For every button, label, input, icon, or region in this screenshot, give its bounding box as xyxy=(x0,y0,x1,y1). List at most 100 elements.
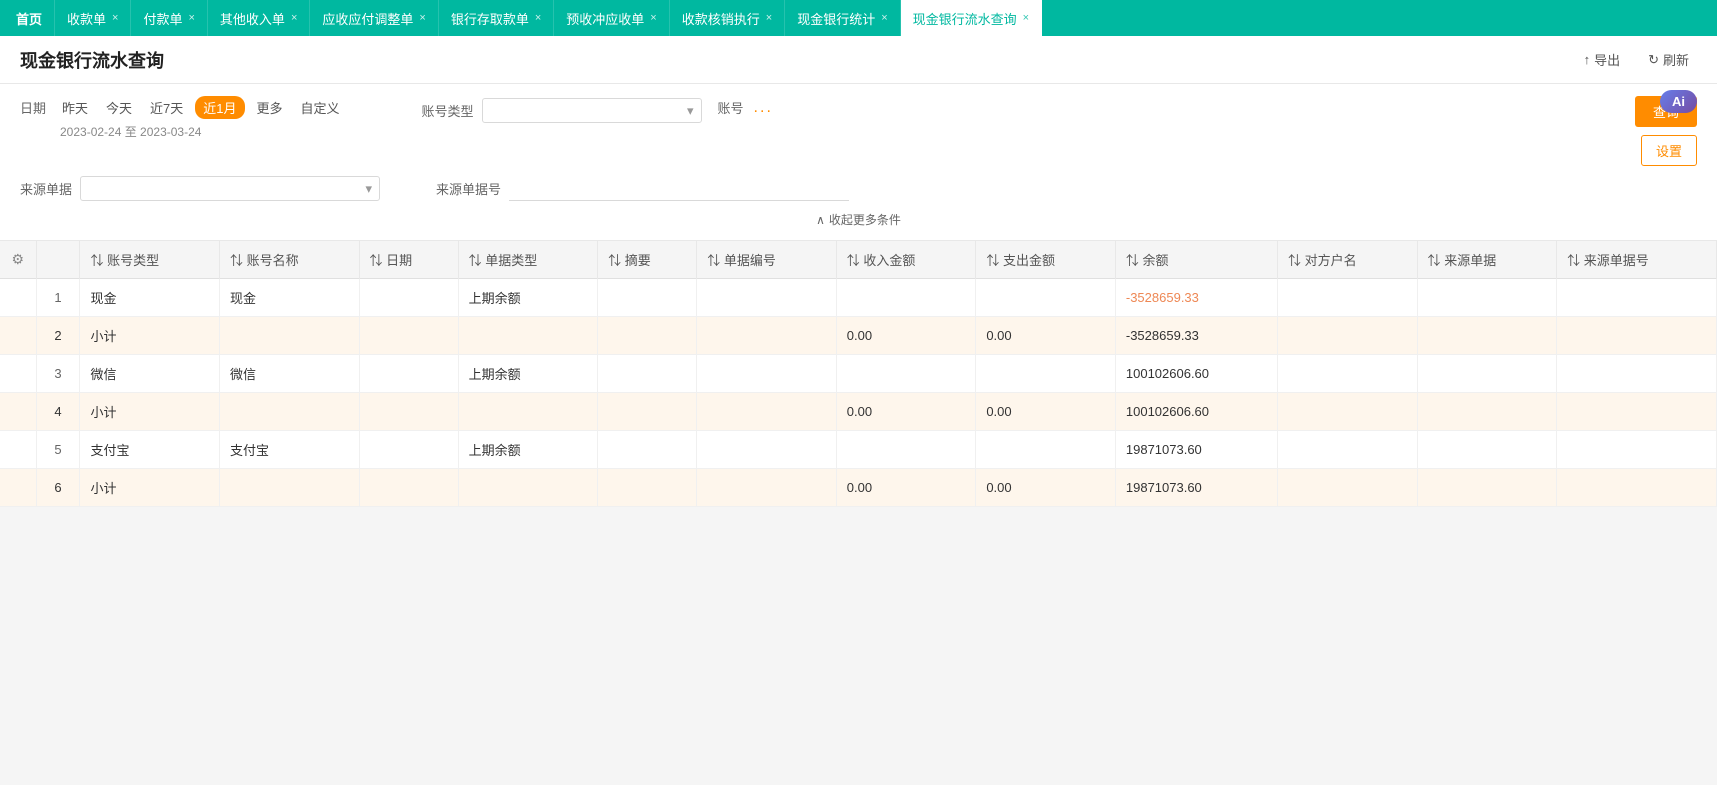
nav-tab-qitashourudan[interactable]: 其他收入单 × xyxy=(208,0,310,36)
top-nav: 首页 收款单 × 付款单 × 其他收入单 × 应收应付调整单 × 银行存取款单 … xyxy=(0,0,1717,36)
row-income xyxy=(836,279,976,317)
row-balance: 19871073.60 xyxy=(1115,469,1277,507)
row-doc-num xyxy=(697,355,837,393)
row-account-type: 小计 xyxy=(80,469,220,507)
table-header-row: ⚙ ⇅ 账号类型 ⇅ 账号名称 ⇅ 日期 ⇅ 单据类型 xyxy=(0,241,1717,279)
date-label: 日期 xyxy=(20,98,48,117)
col-source-doc-num[interactable]: ⇅ 来源单据号 xyxy=(1557,241,1717,279)
date-7days[interactable]: 近7天 xyxy=(144,96,189,119)
row-account-name: 现金 xyxy=(219,279,359,317)
table-row: 3 微信 微信 上期余额 100102606.60 xyxy=(0,355,1717,393)
nav-tab-yingshouyingfu[interactable]: 应收应付调整单 × xyxy=(310,0,438,36)
nav-tab-liushui[interactable]: 现金银行流水查询 × xyxy=(901,0,1042,36)
collapse-bar[interactable]: ∧ 收起更多条件 xyxy=(20,205,1697,232)
nav-tab-fudan[interactable]: 付款单 × xyxy=(131,0,207,36)
nav-tab-shoudan[interactable]: 收款单 × xyxy=(55,0,131,36)
col-source-doc[interactable]: ⇅ 来源单据 xyxy=(1417,241,1557,279)
settings-button[interactable]: 设置 xyxy=(1641,135,1697,166)
row-action-cell xyxy=(0,279,36,317)
close-icon[interactable]: × xyxy=(188,12,194,24)
export-button[interactable]: ↑ 导出 xyxy=(1576,46,1629,73)
col-summary[interactable]: ⇅ 摘要 xyxy=(598,241,697,279)
row-account-type: 微信 xyxy=(80,355,220,393)
row-account-name xyxy=(219,469,359,507)
row-doc-type xyxy=(458,393,598,431)
row-balance: -3528659.33 xyxy=(1115,317,1277,355)
nav-tab-xianjintongji[interactable]: 现金银行统计 × xyxy=(785,0,900,36)
source-doc-num-input[interactable] xyxy=(509,177,849,201)
source-doc-num-label: 来源单据号 xyxy=(436,179,501,198)
row-summary xyxy=(598,393,697,431)
row-source-doc-num xyxy=(1557,317,1717,355)
close-icon[interactable]: × xyxy=(1023,12,1029,24)
table-row: 1 现金 现金 上期余额 -3528659.33 xyxy=(0,279,1717,317)
table-body: 1 现金 现金 上期余额 -3528659.33 2 小计 0.00 0.00 … xyxy=(0,279,1717,507)
nav-tab-yushouchong[interactable]: 预收冲应收单 × xyxy=(554,0,669,36)
row-num: 5 xyxy=(36,431,80,469)
header-actions: ↑ 导出 ↻ 刷新 xyxy=(1576,46,1697,73)
close-icon[interactable]: × xyxy=(535,12,541,24)
date-custom[interactable]: 自定义 xyxy=(295,96,346,119)
row-date xyxy=(359,317,458,355)
ai-assistant-button[interactable]: Ai xyxy=(1660,90,1697,113)
row-source-doc xyxy=(1417,355,1557,393)
account-picker-button[interactable]: ... xyxy=(754,99,773,117)
row-counterpart xyxy=(1278,317,1418,355)
row-action-cell xyxy=(0,431,36,469)
source-doc-select[interactable] xyxy=(80,176,380,201)
row-source-doc-num xyxy=(1557,279,1717,317)
row-income xyxy=(836,355,976,393)
close-icon[interactable]: × xyxy=(419,12,425,24)
row-account-type: 小计 xyxy=(80,317,220,355)
date-more[interactable]: 更多 xyxy=(251,96,289,119)
col-date[interactable]: ⇅ 日期 xyxy=(359,241,458,279)
row-account-name: 支付宝 xyxy=(219,431,359,469)
date-today[interactable]: 今天 xyxy=(100,96,138,119)
row-balance: -3528659.33 xyxy=(1115,279,1277,317)
nav-tab-yinhangcunqu[interactable]: 银行存取款单 × xyxy=(439,0,554,36)
col-num xyxy=(36,241,80,279)
close-icon[interactable]: × xyxy=(112,12,118,24)
table-row: 6 小计 0.00 0.00 19871073.60 xyxy=(0,469,1717,507)
row-date xyxy=(359,279,458,317)
col-account-name[interactable]: ⇅ 账号名称 xyxy=(219,241,359,279)
col-expense[interactable]: ⇅ 支出金额 xyxy=(976,241,1116,279)
col-counterpart[interactable]: ⇅ 对方户名 xyxy=(1278,241,1418,279)
close-icon[interactable]: × xyxy=(291,12,297,24)
account-type-select[interactable] xyxy=(482,98,702,123)
page-header: 现金银行流水查询 ↑ 导出 ↻ 刷新 xyxy=(0,36,1717,84)
row-counterpart xyxy=(1278,279,1418,317)
col-doc-type[interactable]: ⇅ 单据类型 xyxy=(458,241,598,279)
row-source-doc xyxy=(1417,393,1557,431)
nav-tab-shoukuanheji[interactable]: 收款核销执行 × xyxy=(670,0,785,36)
row-action-cell xyxy=(0,393,36,431)
row-income xyxy=(836,431,976,469)
date-yesterday[interactable]: 昨天 xyxy=(56,96,94,119)
source-doc-select-wrapper: ▾ xyxy=(80,176,380,201)
date-1month[interactable]: 近1月 xyxy=(195,96,244,119)
row-counterpart xyxy=(1278,355,1418,393)
col-account-type[interactable]: ⇅ 账号类型 xyxy=(80,241,220,279)
close-icon[interactable]: × xyxy=(881,12,887,24)
row-expense: 0.00 xyxy=(976,393,1116,431)
row-counterpart xyxy=(1278,431,1418,469)
row-expense: 0.00 xyxy=(976,317,1116,355)
col-income[interactable]: ⇅ 收入金额 xyxy=(836,241,976,279)
nav-home-label: 首页 xyxy=(16,9,42,28)
row-date xyxy=(359,355,458,393)
gear-icon[interactable]: ⚙ xyxy=(11,251,24,267)
table-row: 4 小计 0.00 0.00 100102606.60 xyxy=(0,393,1717,431)
row-expense: 0.00 xyxy=(976,469,1116,507)
col-doc-num[interactable]: ⇅ 单据编号 xyxy=(697,241,837,279)
row-balance: 100102606.60 xyxy=(1115,393,1277,431)
close-icon[interactable]: × xyxy=(766,12,772,24)
row-balance: 100102606.60 xyxy=(1115,355,1277,393)
col-balance[interactable]: ⇅ 余额 xyxy=(1115,241,1277,279)
row-source-doc-num xyxy=(1557,355,1717,393)
row-doc-type: 上期余额 xyxy=(458,355,598,393)
refresh-button[interactable]: ↻ 刷新 xyxy=(1640,46,1697,73)
row-num: 4 xyxy=(36,393,80,431)
close-icon[interactable]: × xyxy=(650,12,656,24)
col-gear[interactable]: ⚙ xyxy=(0,241,36,279)
nav-home[interactable]: 首页 xyxy=(4,0,55,36)
